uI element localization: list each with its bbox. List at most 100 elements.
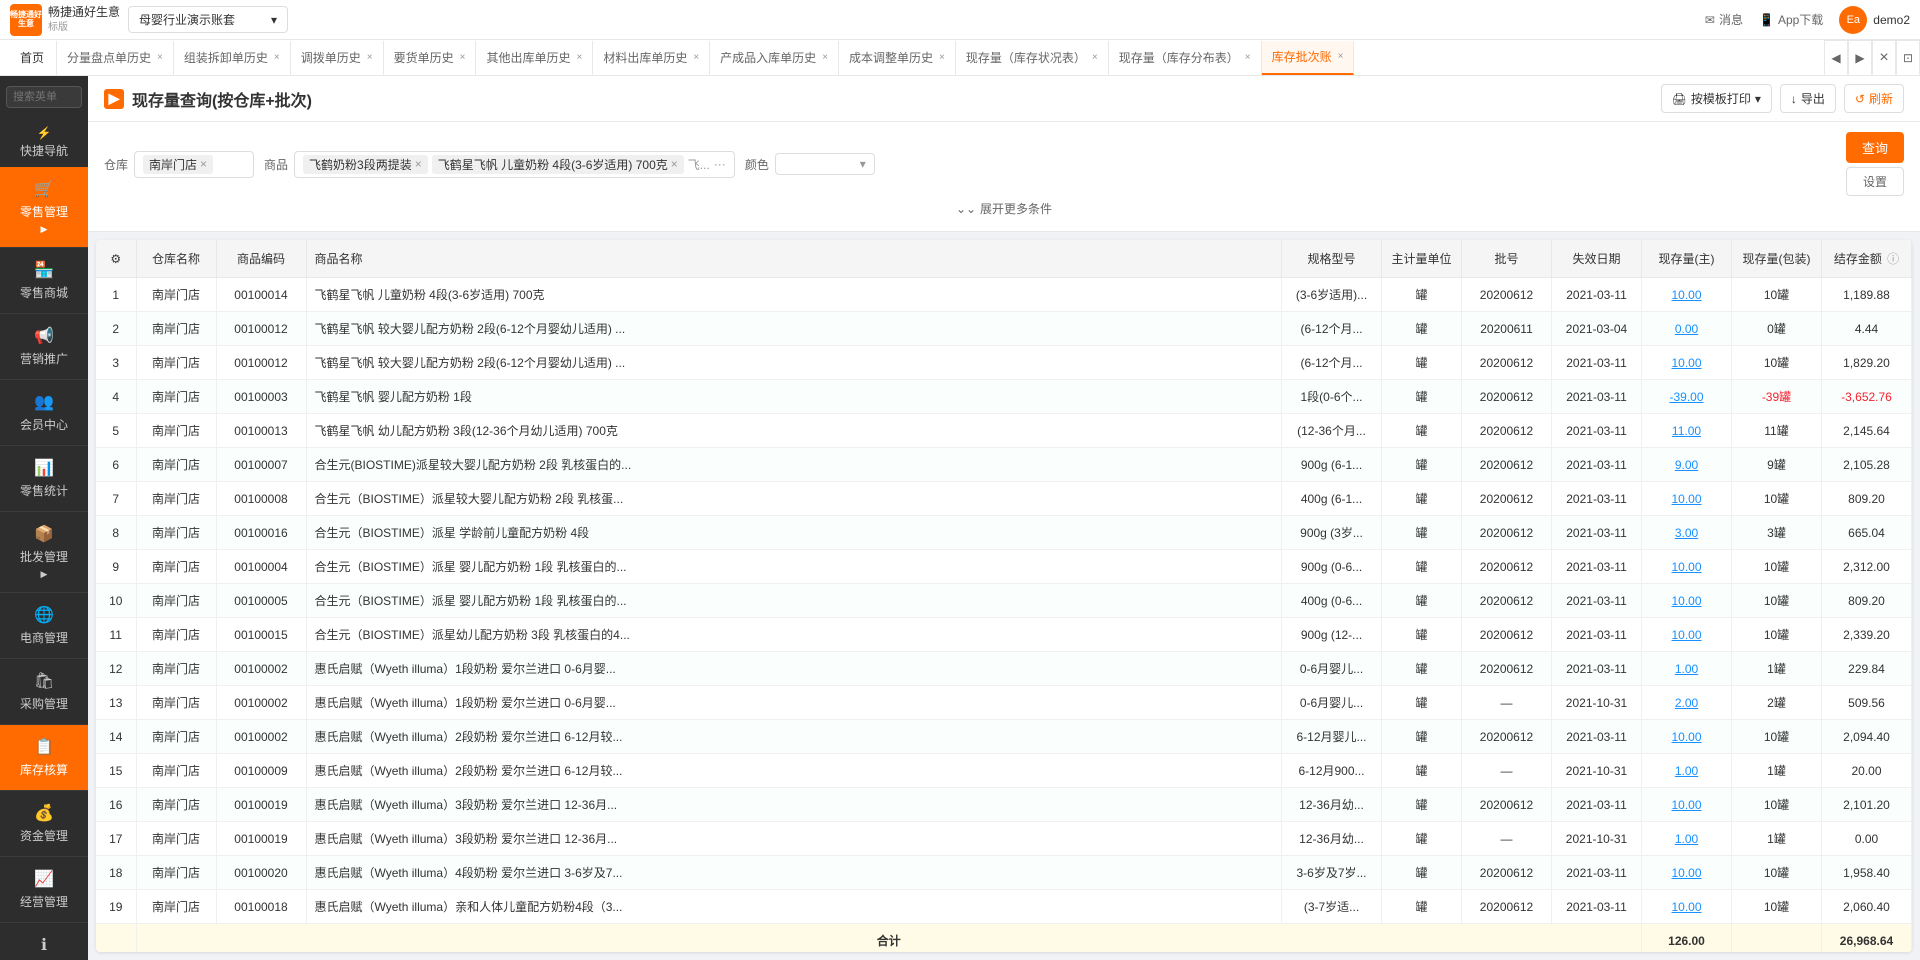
export-button[interactable]: ↓ 导出: [1780, 84, 1836, 113]
warehouse-tag-remove[interactable]: ×: [200, 157, 207, 171]
col-header-settings[interactable]: ⚙: [96, 240, 136, 278]
tab-close-icon[interactable]: ×: [274, 52, 280, 63]
stock-main-value[interactable]: 10.00: [1671, 594, 1701, 608]
stock-main-value[interactable]: 10.00: [1671, 730, 1701, 744]
stock-main-value[interactable]: 9.00: [1675, 458, 1698, 472]
cell-stock-main[interactable]: 9.00: [1642, 448, 1732, 482]
tab-close-icon[interactable]: ×: [1092, 52, 1098, 63]
refresh-button[interactable]: ↺ 刷新: [1844, 84, 1904, 113]
cell-stock-main[interactable]: 10.00: [1642, 856, 1732, 890]
cell-stock-main[interactable]: 11.00: [1642, 414, 1732, 448]
stock-main-value[interactable]: 0.00: [1675, 322, 1698, 336]
stock-main-value[interactable]: 10.00: [1671, 288, 1701, 302]
app-download-button[interactable]: 📱 App下载: [1759, 11, 1823, 28]
cell-stock-main[interactable]: 2.00: [1642, 686, 1732, 720]
info-icon[interactable]: ⓘ: [1887, 252, 1899, 266]
stock-main-value[interactable]: 10.00: [1671, 356, 1701, 370]
stock-main-value[interactable]: 2.00: [1675, 696, 1698, 710]
message-button[interactable]: ✉ 消息: [1705, 11, 1743, 28]
expand-filter-button[interactable]: ▶: [104, 89, 124, 109]
tab-product-in-history[interactable]: 产成品入库单历史 ×: [710, 41, 839, 75]
cell-stock-main[interactable]: 0.00: [1642, 312, 1732, 346]
tab-batch-voucher[interactable]: 库存批次账 ×: [1262, 41, 1355, 75]
settings-button[interactable]: 设置: [1846, 167, 1904, 196]
stock-main-value[interactable]: 1.00: [1675, 662, 1698, 676]
stock-main-value[interactable]: 3.00: [1675, 526, 1698, 540]
sidebar-item-finance-mgmt[interactable]: 💰 资金管理: [0, 791, 88, 857]
stock-main-value[interactable]: 11.00: [1672, 424, 1701, 438]
cell-stock-main[interactable]: 1.00: [1642, 652, 1732, 686]
tab-cost-adjust-history[interactable]: 成本调整单历史 ×: [839, 41, 956, 75]
tab-nav-menu[interactable]: ⊡: [1896, 40, 1920, 76]
product-filter-more[interactable]: 飞...: [688, 156, 710, 173]
warehouse-tag-group[interactable]: 南岸门店 ×: [134, 151, 254, 178]
cell-stock-main[interactable]: -39.00: [1642, 380, 1732, 414]
cell-stock-main[interactable]: 10.00: [1642, 550, 1732, 584]
sidebar-item-retail-mall[interactable]: 🏪 零售商城: [0, 248, 88, 314]
cell-stock-main[interactable]: 10.00: [1642, 346, 1732, 380]
cell-stock-main[interactable]: 10.00: [1642, 788, 1732, 822]
tab-transfer-history[interactable]: 调拨单历史 ×: [291, 41, 384, 75]
stock-main-value[interactable]: 10.00: [1671, 492, 1701, 506]
color-dropdown-icon[interactable]: ▾: [860, 157, 866, 171]
cell-stock-main[interactable]: 10.00: [1642, 482, 1732, 516]
tab-close-icon[interactable]: ×: [939, 52, 945, 63]
stock-main-value[interactable]: -39.00: [1669, 390, 1703, 404]
tab-close-icon[interactable]: ×: [576, 52, 582, 63]
search-input[interactable]: [6, 86, 82, 108]
tab-close-icon[interactable]: ×: [460, 52, 466, 63]
stock-main-value[interactable]: 10.00: [1671, 628, 1701, 642]
tab-stock-status[interactable]: 现存量（库存状况表） ×: [956, 41, 1109, 75]
product-tag-2-remove[interactable]: ×: [671, 157, 678, 171]
cell-stock-main[interactable]: 10.00: [1642, 278, 1732, 312]
product-tag-1-remove[interactable]: ×: [415, 157, 422, 171]
product-tag-group[interactable]: 飞鹤奶粉3段两提装 × 飞鹤星飞帆 儿童奶粉 4段(3-6岁适用) 700克 ×…: [294, 151, 735, 178]
cell-stock-main[interactable]: 10.00: [1642, 584, 1732, 618]
sidebar-item-retail-stats[interactable]: 📊 零售统计: [0, 446, 88, 512]
sidebar-item-stock-check[interactable]: 📋 库存核算: [0, 725, 88, 791]
sidebar-item-purchase-mgmt[interactable]: 🛍 采购管理: [0, 659, 88, 725]
sidebar-item-basic-info[interactable]: ℹ 基础信息: [0, 923, 88, 960]
cell-stock-main[interactable]: 10.00: [1642, 618, 1732, 652]
sidebar-item-ecom-mgmt[interactable]: 🌐 电商管理: [0, 593, 88, 659]
tab-nav-left[interactable]: ◀: [1824, 40, 1848, 76]
tab-disassemble-history[interactable]: 组装拆卸单历史 ×: [174, 41, 291, 75]
cell-stock-main[interactable]: 3.00: [1642, 516, 1732, 550]
tab-split-history[interactable]: 分量盘点单历史 ×: [57, 41, 174, 75]
sidebar-item-member-center[interactable]: 👥 会员中心: [0, 380, 88, 446]
cell-stock-main[interactable]: 1.00: [1642, 822, 1732, 856]
tab-close-icon[interactable]: ×: [367, 52, 373, 63]
tab-nav-close[interactable]: ×: [1872, 40, 1896, 76]
tab-close-icon[interactable]: ×: [1338, 51, 1344, 62]
color-tag-group[interactable]: ▾: [775, 153, 875, 175]
tab-nav-right[interactable]: ▶: [1848, 40, 1872, 76]
tab-close-icon[interactable]: ×: [1245, 52, 1251, 63]
expand-conditions-button[interactable]: ⌄⌄ 展开更多条件: [956, 200, 1052, 217]
tab-close-icon[interactable]: ×: [822, 52, 828, 63]
sidebar-item-ops-mgmt[interactable]: 📈 经营管理: [0, 857, 88, 923]
stock-main-value[interactable]: 10.00: [1671, 866, 1701, 880]
template-print-button[interactable]: 🖨 按模板打印 ▾: [1661, 84, 1772, 113]
tab-other-out-history[interactable]: 其他出库单历史 ×: [476, 41, 593, 75]
stock-main-value[interactable]: 10.00: [1671, 798, 1701, 812]
tab-close-icon[interactable]: ×: [157, 52, 163, 63]
tab-home[interactable]: 首页: [8, 41, 57, 75]
sidebar-quick-nav[interactable]: ⚡ 快捷导航: [0, 118, 88, 167]
user-area[interactable]: Ea demo2: [1839, 6, 1910, 34]
stock-main-value[interactable]: 1.00: [1675, 764, 1698, 778]
stock-main-value[interactable]: 10.00: [1671, 560, 1701, 574]
sidebar-item-wholesale-mgmt[interactable]: 📦 批发管理 ▶: [0, 512, 88, 593]
query-button[interactable]: 查询: [1846, 132, 1904, 163]
cell-stock-main[interactable]: 1.00: [1642, 754, 1732, 788]
tab-stock-dist[interactable]: 现存量（库存分布表） ×: [1109, 41, 1262, 75]
cell-stock-main[interactable]: 10.00: [1642, 890, 1732, 924]
store-selector[interactable]: 母婴行业演示账套 ▾: [128, 6, 288, 33]
tab-borrow-history[interactable]: 要货单历史 ×: [384, 41, 477, 75]
sidebar-item-retail-mgmt[interactable]: 🛒 零售管理 ▶: [0, 167, 88, 248]
cell-stock-main[interactable]: 10.00: [1642, 720, 1732, 754]
tab-material-out-history[interactable]: 材料出库单历史 ×: [593, 41, 710, 75]
stock-main-value[interactable]: 1.00: [1675, 832, 1698, 846]
sidebar-item-marketing[interactable]: 📢 营销推广: [0, 314, 88, 380]
stock-main-value[interactable]: 10.00: [1671, 900, 1701, 914]
tab-close-icon[interactable]: ×: [693, 52, 699, 63]
